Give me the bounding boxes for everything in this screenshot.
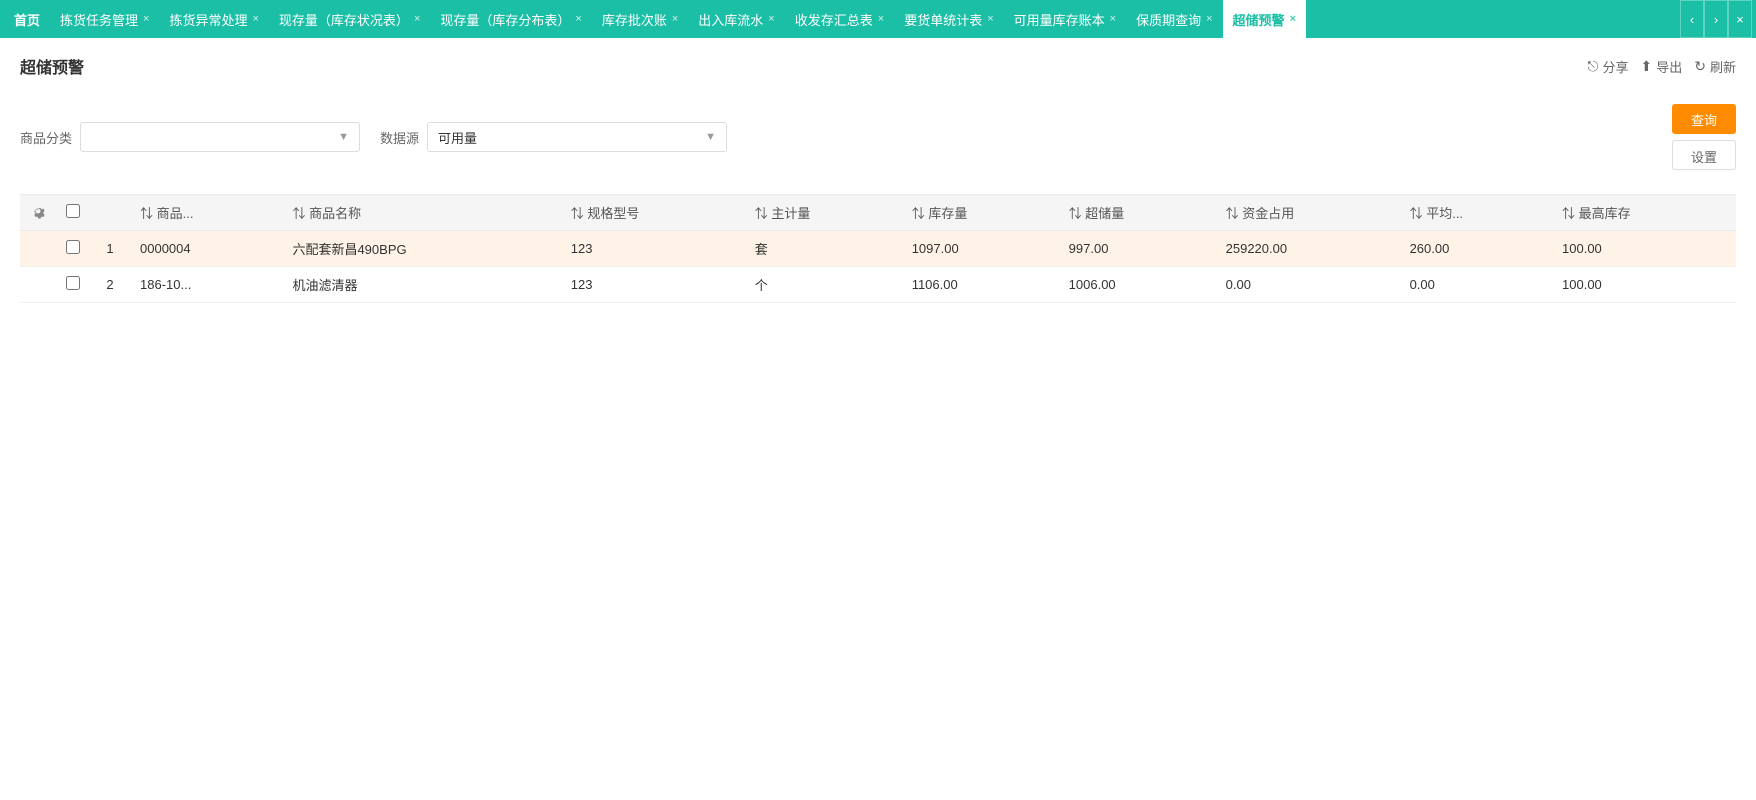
table-header-row: ⇅ 商品... ⇅ 商品名称 ⇅ 规格型号 ⇅ 主计量 ⇅ 库存量 <box>20 195 1736 231</box>
close-stock-status[interactable]: × <box>414 13 420 25</box>
query-button[interactable]: 查询 <box>1672 104 1736 134</box>
nav-expiry-query[interactable]: 保质期查询 × <box>1126 0 1222 38</box>
row-stock-qty: 1106.00 <box>902 267 1059 303</box>
row-spec: 123 <box>561 267 745 303</box>
column-checkbox[interactable] <box>56 195 90 231</box>
close-order-stats[interactable]: × <box>987 13 993 25</box>
page-content: 超储预警 ⎋ 分享 ⬆ 导出 ↻ 刷新 商品分类 ▼ 数据源 <box>0 38 1756 800</box>
row-max-stock: 100.00 <box>1552 267 1736 303</box>
row-max-stock: 100.00 <box>1552 231 1736 267</box>
column-unit[interactable]: ⇅ 主计量 <box>745 195 902 231</box>
row-capital-use: 259220.00 <box>1216 231 1400 267</box>
nav-arrow-left[interactable]: ‹ <box>1680 0 1704 38</box>
column-overstock-qty[interactable]: ⇅ 超储量 <box>1059 195 1216 231</box>
nav-stock-status[interactable]: 现存量（库存状况表） × <box>269 0 430 38</box>
nav-pick-exception[interactable]: 拣货异常处理 × <box>159 0 268 38</box>
nav-arrow-close[interactable]: × <box>1728 0 1752 38</box>
column-product-name[interactable]: ⇅ 商品名称 <box>282 195 560 231</box>
table-row: 1 0000004 六配套新昌490BPG 123 套 1097.00 997.… <box>20 231 1736 267</box>
close-overstock-warning[interactable]: × <box>1290 13 1296 25</box>
column-product-code[interactable]: ⇅ 商品... <box>130 195 282 231</box>
datasource-label: 数据源 <box>380 128 419 147</box>
row-product-name: 机油滤清器 <box>282 267 560 303</box>
column-avg[interactable]: ⇅ 平均... <box>1400 195 1552 231</box>
column-max-stock[interactable]: ⇅ 最高库存 <box>1552 195 1736 231</box>
row-avg: 0.00 <box>1400 267 1552 303</box>
category-chevron-icon: ▼ <box>338 131 349 143</box>
refresh-button[interactable]: ↻ 刷新 <box>1694 57 1736 76</box>
row-gear-cell <box>20 231 56 267</box>
row-capital-use: 0.00 <box>1216 267 1400 303</box>
row-checkbox-cell[interactable] <box>56 231 90 267</box>
row-product-code: 0000004 <box>130 231 282 267</box>
top-nav: 首页 拣货任务管理 × 拣货异常处理 × 现存量（库存状况表） × 现存量（库存… <box>0 0 1756 38</box>
row-spec: 123 <box>561 231 745 267</box>
row-unit: 套 <box>745 231 902 267</box>
close-stock-batch[interactable]: × <box>672 13 678 25</box>
nav-collect-summary[interactable]: 收发存汇总表 × <box>785 0 894 38</box>
table-row: 2 186-10... 机油滤清器 123 个 1106.00 1006.00 … <box>20 267 1736 303</box>
nav-arrows: ‹ › × <box>1680 0 1752 38</box>
nav-pick-task[interactable]: 拣货任务管理 × <box>50 0 159 38</box>
row-gear-cell <box>20 267 56 303</box>
close-pick-task[interactable]: × <box>143 13 149 25</box>
datasource-select[interactable]: 可用量 ▼ <box>427 122 727 152</box>
header-actions: ⎋ 分享 ⬆ 导出 ↻ 刷新 <box>1587 57 1736 76</box>
nav-stock-batch[interactable]: 库存批次账 × <box>592 0 688 38</box>
filter-row: 商品分类 ▼ 数据源 可用量 ▼ 查询 设置 <box>20 94 1736 180</box>
export-button[interactable]: ⬆ 导出 <box>1641 57 1683 76</box>
category-filter: 商品分类 ▼ <box>20 122 360 152</box>
close-stock-dist[interactable]: × <box>575 13 581 25</box>
category-label: 商品分类 <box>20 128 72 147</box>
close-pick-exception[interactable]: × <box>252 13 258 25</box>
row-product-name: 六配套新昌490BPG <box>282 231 560 267</box>
datasource-value: 可用量 <box>438 128 477 147</box>
select-all-checkbox[interactable] <box>66 204 80 218</box>
refresh-icon: ↻ <box>1694 58 1706 75</box>
close-expiry-query[interactable]: × <box>1206 13 1212 25</box>
column-stock-qty[interactable]: ⇅ 库存量 <box>902 195 1059 231</box>
nav-home[interactable]: 首页 <box>4 0 50 38</box>
nav-order-stats[interactable]: 要货单统计表 × <box>894 0 1003 38</box>
close-available-book[interactable]: × <box>1110 13 1116 25</box>
row-avg: 260.00 <box>1400 231 1552 267</box>
nav-stock-dist[interactable]: 现存量（库存分布表） × <box>430 0 591 38</box>
datasource-chevron-icon: ▼ <box>705 131 716 143</box>
settings-button[interactable]: 设置 <box>1672 140 1736 170</box>
row-checkbox-cell[interactable] <box>56 267 90 303</box>
datasource-filter: 数据源 可用量 ▼ <box>380 122 727 152</box>
row-checkbox[interactable] <box>66 240 80 254</box>
row-overstock-qty: 997.00 <box>1059 231 1216 267</box>
gear-icon <box>30 203 46 219</box>
filter-buttons: 查询 设置 <box>1672 104 1736 170</box>
column-rownum <box>90 195 130 231</box>
column-capital-use[interactable]: ⇅ 资金占用 <box>1216 195 1400 231</box>
row-num: 2 <box>90 267 130 303</box>
share-icon: ⎋ <box>1587 58 1598 75</box>
share-button[interactable]: ⎋ 分享 <box>1587 57 1628 76</box>
close-inout-flow[interactable]: × <box>768 13 774 25</box>
page-title: 超储预警 <box>20 54 84 78</box>
category-select[interactable]: ▼ <box>80 122 360 152</box>
nav-available-book[interactable]: 可用量库存账本 × <box>1004 0 1126 38</box>
row-overstock-qty: 1006.00 <box>1059 267 1216 303</box>
close-collect-summary[interactable]: × <box>878 13 884 25</box>
data-table: ⇅ 商品... ⇅ 商品名称 ⇅ 规格型号 ⇅ 主计量 ⇅ 库存量 <box>20 194 1736 303</box>
nav-arrow-right[interactable]: › <box>1704 0 1728 38</box>
export-icon: ⬆ <box>1641 58 1653 75</box>
nav-inout-flow[interactable]: 出入库流水 × <box>688 0 784 38</box>
row-num: 1 <box>90 231 130 267</box>
page-header: 超储预警 ⎋ 分享 ⬆ 导出 ↻ 刷新 <box>20 54 1736 78</box>
row-product-code: 186-10... <box>130 267 282 303</box>
column-gear[interactable] <box>20 195 56 231</box>
nav-overstock-warning[interactable]: 超储预警 × <box>1223 0 1306 38</box>
column-spec[interactable]: ⇅ 规格型号 <box>561 195 745 231</box>
row-stock-qty: 1097.00 <box>902 231 1059 267</box>
row-unit: 个 <box>745 267 902 303</box>
row-checkbox[interactable] <box>66 276 80 290</box>
